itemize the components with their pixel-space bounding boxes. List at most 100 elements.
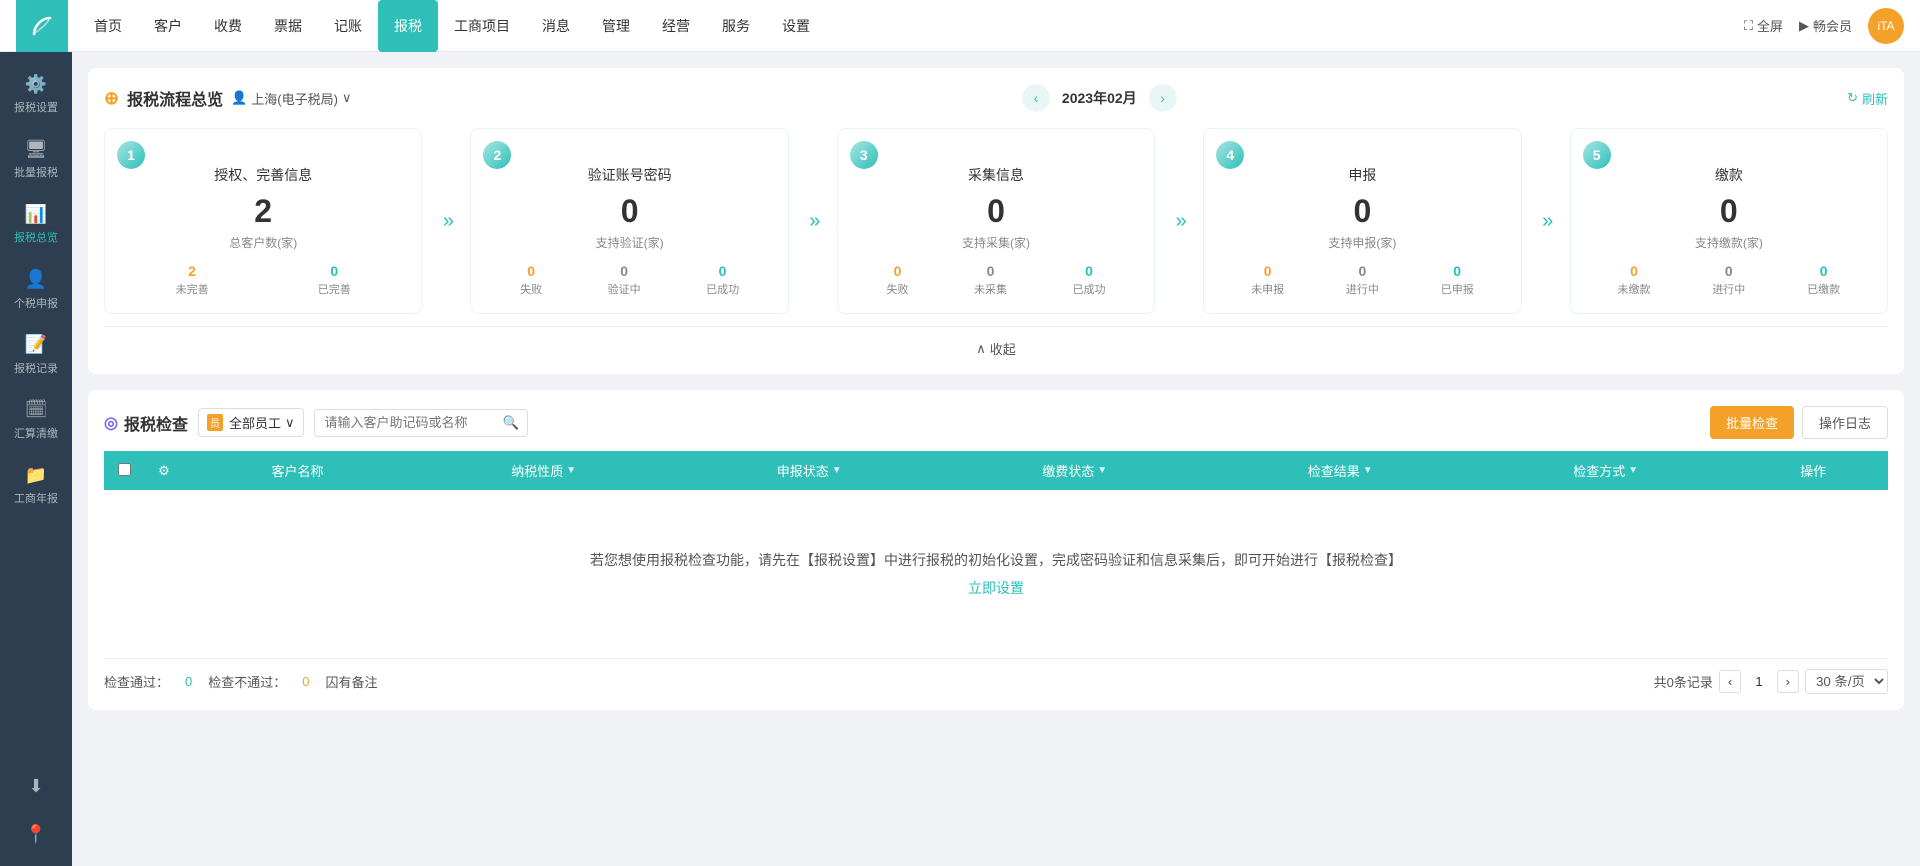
filter-icon-5[interactable]: ▼ — [1628, 465, 1638, 476]
sidebar-item-batch-tax[interactable]: 🖥 批量报税 — [0, 125, 72, 190]
next-month-button[interactable]: › — [1149, 84, 1177, 112]
flow-overview-title: 报税流程总览 — [127, 86, 223, 110]
flow-arrow-4: » — [1522, 128, 1570, 314]
card-badge-1: 1 — [117, 141, 145, 169]
flow-card-4: 4 申报 0 支持申报(家) 0 未申报 0 进行中 — [1203, 128, 1521, 314]
top-navigation: 首页 客户 收费 票据 记账 报税 工商项目 消息 管理 经营 服务 设置 ⛶ … — [0, 0, 1920, 52]
card-stats-1: 2 未完善 0 已完善 — [121, 263, 405, 297]
header-gear-col: ⚙ — [144, 451, 184, 490]
card-stat-4-0: 0 未申报 — [1251, 263, 1284, 297]
card-stat-1-1: 0 已完善 — [318, 263, 351, 297]
refresh-button[interactable]: ↻ 刷新 — [1847, 89, 1888, 108]
card-sub-5: 支持缴款(家) — [1587, 234, 1871, 251]
per-page-selector[interactable]: 30 条/页 — [1805, 669, 1888, 694]
flow-overview-header: ⊕ 报税流程总览 👤 上海(电子税局) ∨ ‹ 2023年02月 › ↻ 刷新 — [104, 84, 1888, 112]
nav-admin[interactable]: 管理 — [586, 0, 646, 52]
sidebar: ⚙️ 报税设置 🖥 批量报税 📊 报税总览 👤 个税申报 📝 报税记录 🗓 汇算… — [0, 52, 72, 866]
sidebar-item-tax-records[interactable]: 📝 报税记录 — [0, 321, 72, 386]
nav-message[interactable]: 消息 — [526, 0, 586, 52]
sidebar-item-tax-overview[interactable]: 📊 报税总览 — [0, 190, 72, 255]
select-all-checkbox[interactable] — [118, 463, 131, 476]
sidebar-item-tax-settings[interactable]: ⚙️ 报税设置 — [0, 60, 72, 125]
location-selector[interactable]: 👤 上海(电子税局) ∨ — [231, 89, 351, 108]
card-stat-3-2: 0 已成功 — [1072, 263, 1105, 297]
fullscreen-icon: ⛶ — [1744, 18, 1753, 34]
table-header-row: ⚙ 客户名称 纳税性质 ▼ — [104, 451, 1888, 490]
header-tax-type: 纳税性质 ▼ — [411, 451, 677, 490]
prev-page-button[interactable]: ‹ — [1719, 670, 1741, 693]
note-label: 囚有备注 — [326, 672, 378, 691]
next-page-button[interactable]: › — [1777, 670, 1799, 693]
sidebar-item-annual-report[interactable]: 📁 工商年报 — [0, 451, 72, 516]
card-stats-3: 0 失败 0 未采集 0 已成功 — [854, 263, 1138, 297]
location-icon: 📍 — [22, 820, 50, 848]
sidebar-item-settlement[interactable]: 🗓 汇算清缴 — [0, 386, 72, 451]
nav-accounting[interactable]: 记账 — [318, 0, 378, 52]
card-stats-2: 0 失败 0 验证中 0 已成功 — [487, 263, 771, 297]
employee-filter[interactable]: 员 全部员工 ∨ — [198, 408, 304, 437]
sidebar-item-download[interactable]: ⬇ — [18, 762, 54, 810]
avatar[interactable]: iTA — [1868, 8, 1904, 44]
gear-icon[interactable]: ⚙ — [158, 463, 170, 478]
month-navigator: ‹ 2023年02月 › — [1022, 84, 1177, 112]
card-bignum-1: 2 — [121, 193, 405, 230]
nav-fee[interactable]: 收费 — [198, 0, 258, 52]
nav-invoice[interactable]: 票据 — [258, 0, 318, 52]
fullscreen-button[interactable]: ⛶ 全屏 — [1744, 16, 1783, 35]
batch-check-button[interactable]: 批量检查 — [1710, 406, 1794, 439]
pagination: 共0条记录 ‹ 1 › 30 条/页 — [1654, 669, 1888, 694]
action-buttons: 批量检查 操作日志 — [1710, 406, 1888, 439]
nav-client[interactable]: 客户 — [138, 0, 198, 52]
nav-business[interactable]: 工商项目 — [438, 0, 526, 52]
card-title-1: 授权、完善信息 — [121, 165, 405, 185]
immediate-setting-link[interactable]: 立即设置 — [968, 580, 1024, 596]
filter-icon-1[interactable]: ▼ — [566, 465, 576, 476]
card-title-3: 采集信息 — [854, 165, 1138, 185]
nav-menu: 首页 客户 收费 票据 记账 报税 工商项目 消息 管理 经营 服务 设置 — [78, 0, 1744, 52]
flow-arrow-2: » — [789, 128, 837, 314]
sidebar-item-individual-tax[interactable]: 👤 个税申报 — [0, 256, 72, 321]
check-table: ⚙ 客户名称 纳税性质 ▼ — [104, 451, 1888, 659]
card-badge-5: 5 — [1583, 141, 1611, 169]
individual-tax-icon: 👤 — [22, 266, 50, 294]
card-badge-3: 3 — [850, 141, 878, 169]
sidebar-item-location[interactable]: 📍 — [18, 810, 54, 858]
filter-chevron-icon: ∨ — [285, 415, 295, 431]
refresh-icon: ↻ — [1847, 90, 1858, 106]
pass-count[interactable]: 0 — [185, 674, 192, 689]
filter-icon-2[interactable]: ▼ — [832, 465, 842, 476]
nav-operation[interactable]: 经营 — [646, 0, 706, 52]
card-stat-4-1: 0 进行中 — [1346, 263, 1379, 297]
fail-count[interactable]: 0 — [302, 674, 309, 689]
search-icon: 🔍 — [503, 415, 520, 430]
search-input[interactable] — [315, 410, 495, 435]
prev-month-button[interactable]: ‹ — [1022, 84, 1050, 112]
collapse-button[interactable]: ∧ 收起 — [104, 326, 1888, 358]
member-button[interactable]: ▶ 畅会员 — [1799, 16, 1852, 35]
empty-message-cell: 若您想使用报税检查功能，请先在【报税设置】中进行报税的初始化设置，完成密码验证和… — [104, 490, 1888, 659]
employee-icon: 员 — [207, 414, 223, 431]
card-stats-5: 0 未缴款 0 进行中 0 已缴款 — [1587, 263, 1871, 297]
flow-arrow-1: » — [422, 128, 470, 314]
location-person-icon: 👤 — [231, 90, 247, 106]
nav-settings[interactable]: 设置 — [766, 0, 826, 52]
tax-overview-icon: 📊 — [22, 200, 50, 228]
current-month: 2023年02月 — [1062, 88, 1137, 108]
flow-card-2: 2 验证账号密码 0 支持验证(家) 0 失败 0 验证中 — [470, 128, 788, 314]
tax-check-title: ◎ 报税检查 — [104, 411, 188, 435]
nav-service[interactable]: 服务 — [706, 0, 766, 52]
section-plus-icon: ⊕ — [104, 88, 119, 109]
search-button[interactable]: 🔍 — [495, 410, 528, 436]
total-records: 共0条记录 — [1654, 672, 1713, 691]
nav-home[interactable]: 首页 — [78, 0, 138, 52]
card-title-2: 验证账号密码 — [487, 165, 771, 185]
filter-icon-4[interactable]: ▼ — [1363, 465, 1373, 476]
operation-log-button[interactable]: 操作日志 — [1802, 406, 1888, 439]
card-sub-1: 总客户数(家) — [121, 234, 405, 251]
sidebar-bottom: ⬇ 📍 — [18, 762, 54, 866]
fail-label: 检查不通过： — [208, 672, 286, 691]
pass-label: 检查通过： — [104, 672, 169, 691]
flow-card-5: 5 缴款 0 支持缴款(家) 0 未缴款 0 进行中 — [1570, 128, 1888, 314]
nav-tax[interactable]: 报税 — [378, 0, 438, 52]
filter-icon-3[interactable]: ▼ — [1097, 465, 1107, 476]
